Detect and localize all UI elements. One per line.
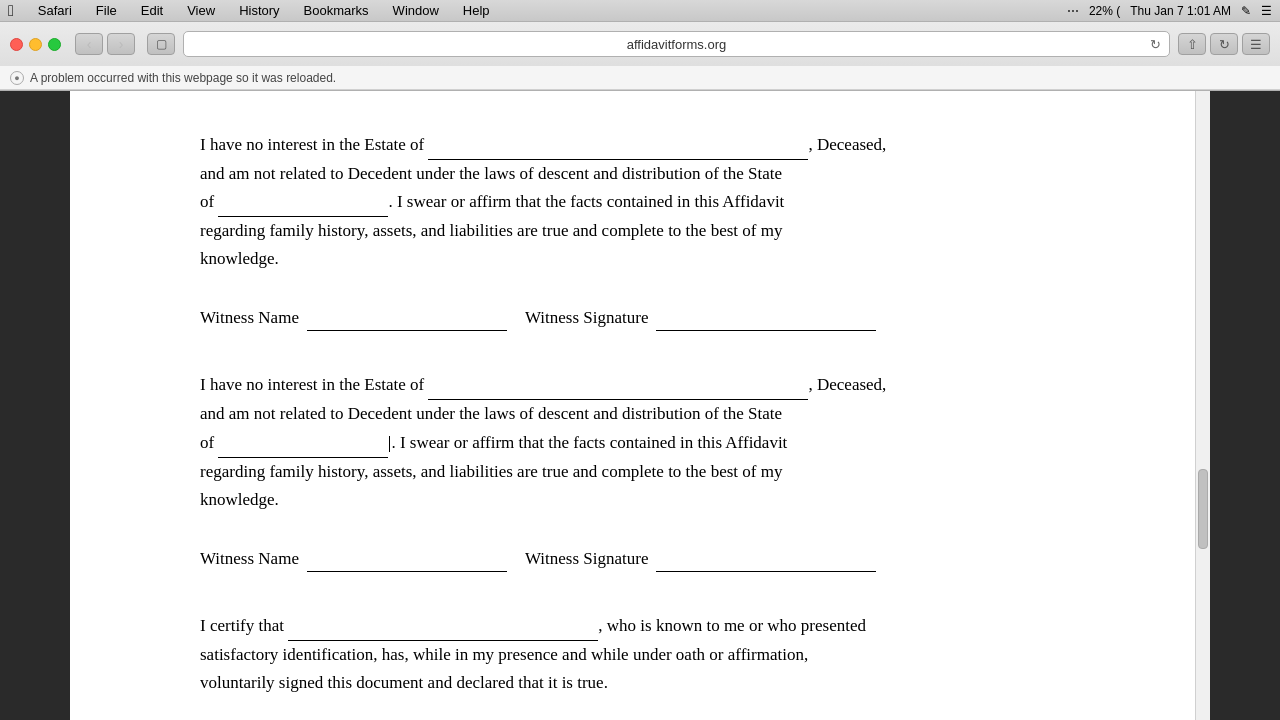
menu-bookmarks[interactable]: Bookmarks — [300, 3, 373, 18]
maximize-button[interactable] — [48, 38, 61, 51]
para2-line5: knowledge. — [200, 490, 279, 509]
menu-bar:  Safari File Edit View History Bookmark… — [0, 0, 1280, 22]
para2-line1-end: , Deceased, — [808, 375, 886, 394]
para2-line3-start: of — [200, 433, 214, 452]
address-bar[interactable]: affidavitforms.org — [183, 31, 1170, 57]
search-icon[interactable]: ✎ — [1241, 4, 1251, 18]
battery-status: 22% ( — [1089, 4, 1120, 18]
witness-section-2: Witness Name Witness Signature — [200, 544, 1065, 572]
share-button[interactable]: ⇧ — [1178, 33, 1206, 55]
witness1-name-label: Witness Name — [200, 304, 299, 331]
page-container: I have no interest in the Estate of , De… — [70, 91, 1210, 720]
para3-line1-end: , who is known to me or who presented — [598, 616, 866, 635]
para3-line1-start: I certify that — [200, 616, 284, 635]
address-bar-container: affidavitforms.org ↻ — [183, 31, 1170, 57]
scrollbar-thumb[interactable] — [1198, 469, 1208, 549]
para2-line2: and am not related to Decedent under the… — [200, 404, 782, 423]
refresh-button[interactable]: ↻ — [1210, 33, 1238, 55]
scrollbar[interactable] — [1195, 91, 1210, 720]
certify-field[interactable] — [288, 612, 598, 641]
menu-view[interactable]: View — [183, 3, 219, 18]
witness2-name-field[interactable] — [307, 544, 507, 572]
para1-line4: regarding family history, assets, and li… — [200, 221, 782, 240]
tab-button[interactable]: ▢ — [147, 33, 175, 55]
para2-line3-end: . I swear or affirm that the facts conta… — [391, 433, 787, 452]
para1-line1-end: , Deceased, — [808, 135, 886, 154]
menu-help[interactable]: Help — [459, 3, 494, 18]
para1-line2: and am not related to Decedent under the… — [200, 164, 782, 183]
notification-bar: ● A problem occurred with this webpage s… — [0, 66, 1280, 90]
forward-button[interactable]: › — [107, 33, 135, 55]
apple-menu[interactable]:  — [8, 2, 14, 20]
close-button[interactable] — [10, 38, 23, 51]
witness-section-1: Witness Name Witness Signature — [200, 303, 1065, 331]
witness2-sig-label: Witness Signature — [525, 545, 649, 572]
browser-right-buttons: ⇧ ↻ ☰ — [1178, 33, 1270, 55]
menubar-right: ⋯ 22% ( Thu Jan 7 1:01 AM ✎ ☰ — [1067, 4, 1272, 18]
paragraph-2: I have no interest in the Estate of , De… — [200, 371, 1065, 513]
notification-text: A problem occurred with this webpage so … — [30, 71, 336, 85]
state-field-1[interactable] — [218, 188, 388, 217]
menu-history[interactable]: History — [235, 3, 283, 18]
para3-line2: satisfactory identification, has, while … — [200, 645, 808, 664]
para2-line1-start: I have no interest in the Estate of — [200, 375, 424, 394]
menu-window[interactable]: Window — [389, 3, 443, 18]
wifi-icon: ⋯ — [1067, 4, 1079, 18]
page-content: I have no interest in the Estate of , De… — [70, 91, 1195, 720]
sidebar-button[interactable]: ☰ — [1242, 33, 1270, 55]
nav-buttons: ‹ › — [75, 33, 135, 55]
para1-line5: knowledge. — [200, 249, 279, 268]
estate-field-2[interactable] — [428, 371, 808, 400]
para1-line3-start: of — [200, 192, 214, 211]
witness1-name-field[interactable] — [307, 303, 507, 331]
url-text: affidavitforms.org — [627, 37, 726, 52]
menu-safari[interactable]: Safari — [34, 3, 76, 18]
witness2-sig-field[interactable] — [656, 544, 876, 572]
notification-icon[interactable]: ☰ — [1261, 4, 1272, 18]
back-button[interactable]: ‹ — [75, 33, 103, 55]
minimize-button[interactable] — [29, 38, 42, 51]
browser-chrome: ‹ › ▢ affidavitforms.org ↻ ⇧ ↻ ☰ ● A pro… — [0, 22, 1280, 91]
paragraph-3: I certify that , who is known to me or w… — [200, 612, 1065, 697]
para1-line1-start: I have no interest in the Estate of — [200, 135, 424, 154]
info-icon: ● — [10, 71, 24, 85]
witness1-sig-field[interactable] — [656, 303, 876, 331]
witness2-name-label: Witness Name — [200, 545, 299, 572]
para3-line3: voluntarily signed this document and dec… — [200, 673, 608, 692]
browser-toolbar: ‹ › ▢ affidavitforms.org ↻ ⇧ ↻ ☰ — [0, 22, 1280, 66]
state-field-2[interactable] — [218, 429, 388, 458]
clock: Thu Jan 7 1:01 AM — [1130, 4, 1231, 18]
traffic-lights — [10, 38, 61, 51]
reload-button[interactable]: ↻ — [1146, 35, 1164, 53]
paragraph-1: I have no interest in the Estate of , De… — [200, 131, 1065, 273]
para1-line3-end: . I swear or affirm that the facts conta… — [388, 192, 784, 211]
menu-file[interactable]: File — [92, 3, 121, 18]
estate-field-1[interactable] — [428, 131, 808, 160]
browser-content: I have no interest in the Estate of , De… — [0, 91, 1280, 720]
witness1-sig-label: Witness Signature — [525, 304, 649, 331]
para2-line4: regarding family history, assets, and li… — [200, 462, 782, 481]
menu-edit[interactable]: Edit — [137, 3, 167, 18]
